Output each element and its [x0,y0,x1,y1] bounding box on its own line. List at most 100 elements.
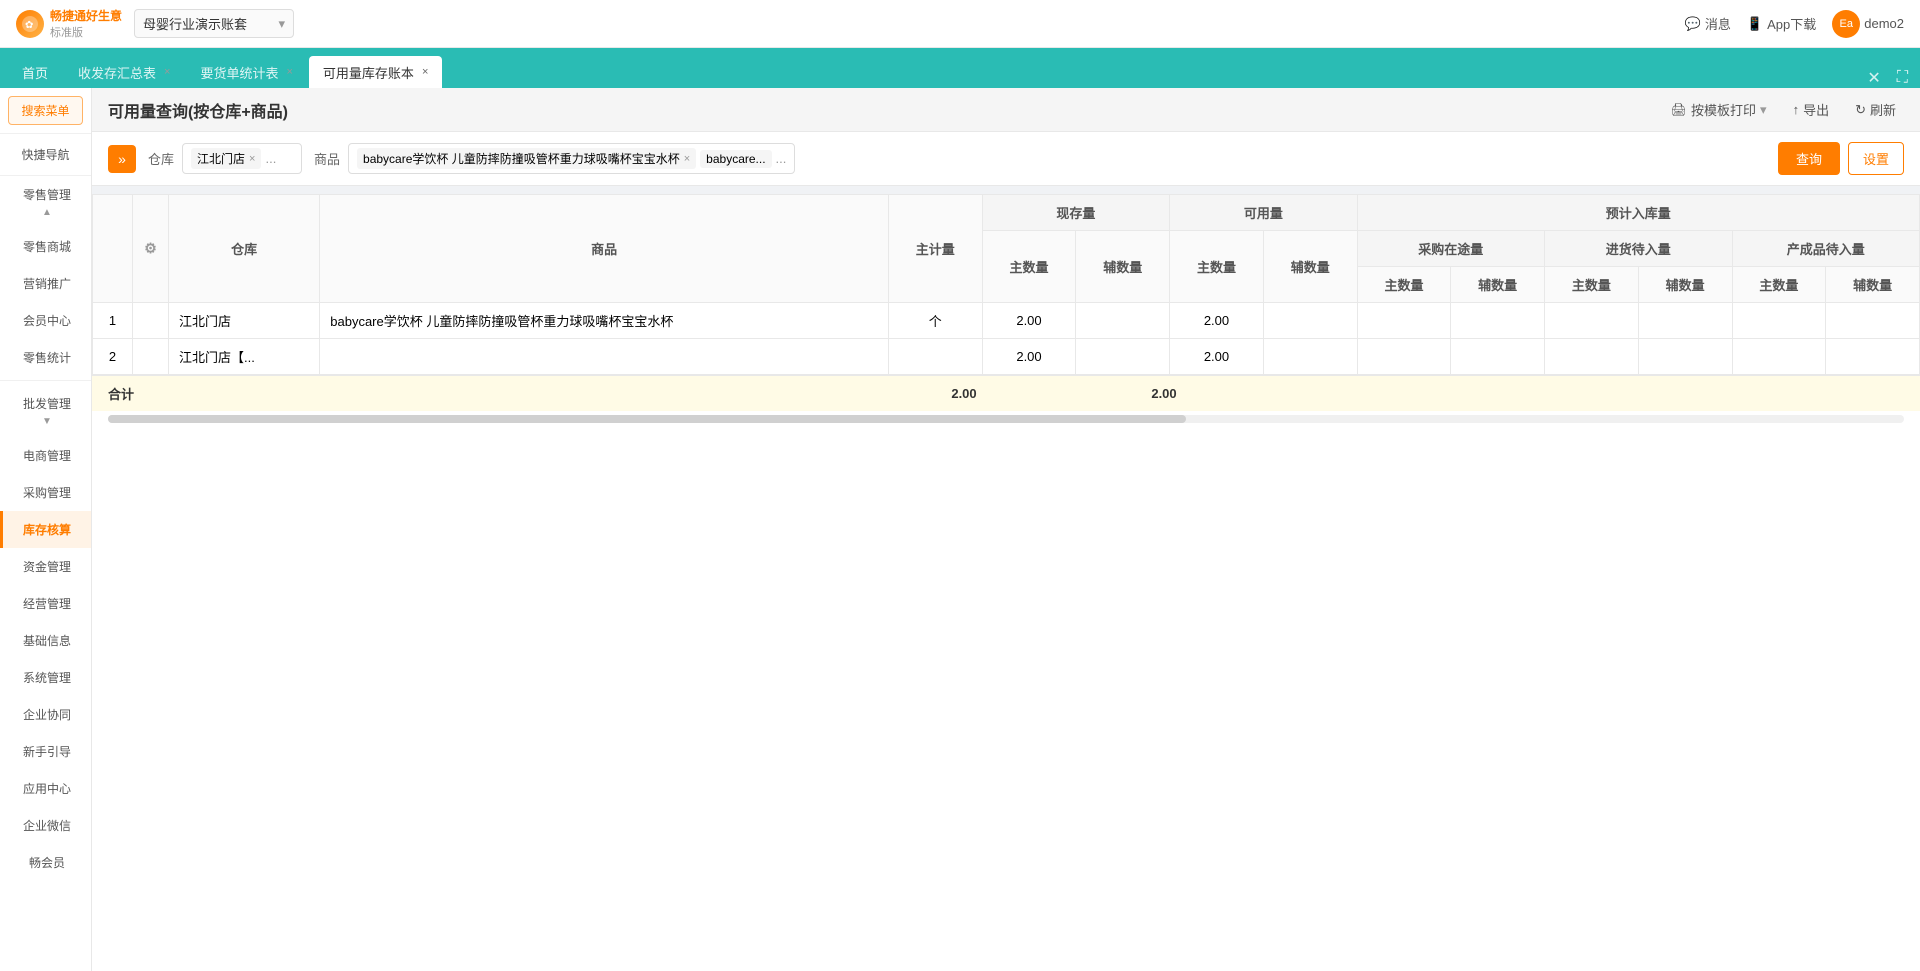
app-download-btn[interactable]: 📱 App下载 [1747,14,1816,33]
sub-incoming: 进货待入量 [1545,231,1732,267]
cell-purchase-main [1357,339,1451,375]
sidebar-item-member[interactable]: 会员中心 [0,302,91,339]
col-product-header: 商品 [320,195,889,303]
product-input[interactable]: babycare学饮杯 儿童防摔防撞吸管杯重力球吸嘴杯宝宝水杯 × babyca… [348,143,795,174]
col-gear-header[interactable]: ⚙ [133,195,169,303]
warehouse-tag-remove[interactable]: × [249,153,255,165]
tab-order-stat[interactable]: 要货单统计表 × [186,56,306,88]
sidebar-item-wholesale-mgmt[interactable]: 批发管理 ▼ [0,385,91,437]
sidebar-item-system[interactable]: 系统管理 [0,659,91,696]
top-bar-right: 💬 消息 📱 App下载 Ea demo2 [1685,10,1904,38]
sidebar-item-vip[interactable]: 畅会员 [0,844,91,881]
cell-curr-aux [1076,339,1170,375]
sidebar-item-marketing[interactable]: 营销推广 [0,265,91,302]
sidebar-item-purchase[interactable]: 采购管理 [0,474,91,511]
sidebar-shortcut-nav: 快捷导航 [0,134,91,176]
layout: 搜索菜单 快捷导航 零售管理 ▲ 零售商城 营销推广 会员中心 零售统计 批发管… [0,88,1920,971]
horizontal-scrollbar[interactable] [108,415,1904,423]
cell-curr-main: 2.00 [982,339,1076,375]
sidebar-item-enterprise-collab[interactable]: 企业协同 [0,696,91,733]
search-menu-btn[interactable]: 搜索菜单 [8,96,83,125]
message-icon: 💬 [1685,16,1701,32]
warehouse-input[interactable]: 江北门店 × ... [182,143,302,174]
cell-unit: 个 [888,303,982,339]
cell-gear [133,339,169,375]
refresh-icon: ↻ [1855,102,1866,118]
product-tag: babycare学饮杯 儿童防摔防撞吸管杯重力球吸嘴杯宝宝水杯 × [357,148,696,169]
chevron-icon-2: ▼ [42,416,52,427]
filter-bar: » 仓库 江北门店 × ... 商品 babycare学饮杯 儿童防摔防撞吸管杯… [92,132,1920,186]
tab-recv-send-close[interactable]: × [164,66,170,78]
product-label: 商品 [314,149,340,168]
production-aux-header: 辅数量 [1826,267,1920,303]
print-btn[interactable]: 🖨 按模板打印 ▾ [1663,96,1775,123]
col-avail-main: 主数量 [1170,231,1264,303]
sidebar-item-ecommerce[interactable]: 电商管理 [0,437,91,474]
logo-area: ✿ 畅捷通好生意 标准版 [16,7,122,40]
top-bar: ✿ 畅捷通好生意 标准版 母婴行业演示账套 ▾ 💬 消息 📱 App下载 Ea … [0,0,1920,48]
cell-unit [888,339,982,375]
filter-toggle-btn[interactable]: » [108,145,136,173]
cell-production-aux [1826,339,1920,375]
tab-home[interactable]: 首页 [8,56,62,88]
scrollbar-thumb[interactable] [108,415,1186,423]
cell-production-main [1732,339,1826,375]
divider-1 [0,380,91,381]
print-icon: 🖨 [1671,102,1688,118]
tab-available-inventory-close[interactable]: × [422,66,428,78]
product-tag-remove[interactable]: × [684,153,690,165]
sidebar-item-finance[interactable]: 资金管理 [0,548,91,585]
sidebar-item-operations[interactable]: 经营管理 [0,585,91,622]
avatar: Ea [1832,10,1860,38]
page-title: 可用量查询(按仓库+商品) [108,98,288,122]
filter-actions: 查询 设置 [1778,142,1904,175]
header-current-stock: 现存量 [982,195,1169,231]
message-btn[interactable]: 💬 消息 [1685,14,1731,33]
purchase-aux-header: 辅数量 [1451,267,1545,303]
cell-product [320,339,889,375]
logo-icon: ✿ [16,10,44,38]
sidebar-item-inventory[interactable]: 库存核算 [0,511,91,548]
tab-recv-send[interactable]: 收发存汇总表 × [64,56,184,88]
sidebar-shortcut[interactable]: 快捷导航 [0,138,91,171]
query-button[interactable]: 查询 [1778,142,1840,175]
content-header: 可用量查询(按仓库+商品) 🖨 按模板打印 ▾ ↑ 导出 ↻ 刷新 [92,88,1920,132]
product-tag-extra: babycare... [700,150,771,168]
warehouse-label: 仓库 [148,149,174,168]
header-incoming: 预计入库量 [1357,195,1919,231]
cell-avail-aux [1263,303,1357,339]
svg-text:✿: ✿ [25,20,33,31]
production-main-header: 主数量 [1732,267,1826,303]
sidebar-item-basic-info[interactable]: 基础信息 [0,622,91,659]
sidebar-item-new-user[interactable]: 新手引导 [0,733,91,770]
product-more[interactable]: ... [776,151,787,166]
sidebar-search-area: 搜索菜单 [0,88,91,134]
cell-avail-main: 2.00 [1170,339,1264,375]
sidebar-item-retail-mgmt[interactable]: 零售管理 ▲ [0,176,91,228]
sidebar-item-retail-stats[interactable]: 零售统计 [0,339,91,376]
sidebar-item-app-center[interactable]: 应用中心 [0,770,91,807]
cell-warehouse: 江北门店【... [169,339,320,375]
settings-button[interactable]: 设置 [1848,142,1904,175]
refresh-btn[interactable]: ↻ 刷新 [1847,96,1904,123]
col-no-header [93,195,133,303]
cell-product: babycare学饮杯 儿童防摔防撞吸管杯重力球吸嘴杯宝宝水杯 [320,303,889,339]
warehouse-more[interactable]: ... [265,151,276,166]
sidebar-item-retail-mall[interactable]: 零售商城 [0,228,91,265]
sidebar-item-enterprise-wechat[interactable]: 企业微信 [0,807,91,844]
tab-order-stat-close[interactable]: × [286,66,292,78]
sidebar: 搜索菜单 快捷导航 零售管理 ▲ 零售商城 营销推广 会员中心 零售统计 批发管… [0,88,92,971]
cell-no: 2 [93,339,133,375]
mobile-icon: 📱 [1747,16,1763,32]
cell-curr-main: 2.00 [982,303,1076,339]
tab-close-all[interactable]: ✕ [1859,68,1888,88]
user-profile[interactable]: Ea demo2 [1832,10,1904,38]
tab-available-inventory[interactable]: 可用量库存账本 × [309,56,442,88]
gear-icon: ⚙ [144,240,157,256]
cell-incoming-main [1545,303,1639,339]
cell-avail-aux [1263,339,1357,375]
org-selector[interactable]: 母婴行业演示账套 ▾ [134,9,294,38]
maximize-icon[interactable]: ⛶ [1893,69,1912,87]
export-btn[interactable]: ↑ 导出 [1785,96,1838,123]
cell-gear [133,303,169,339]
